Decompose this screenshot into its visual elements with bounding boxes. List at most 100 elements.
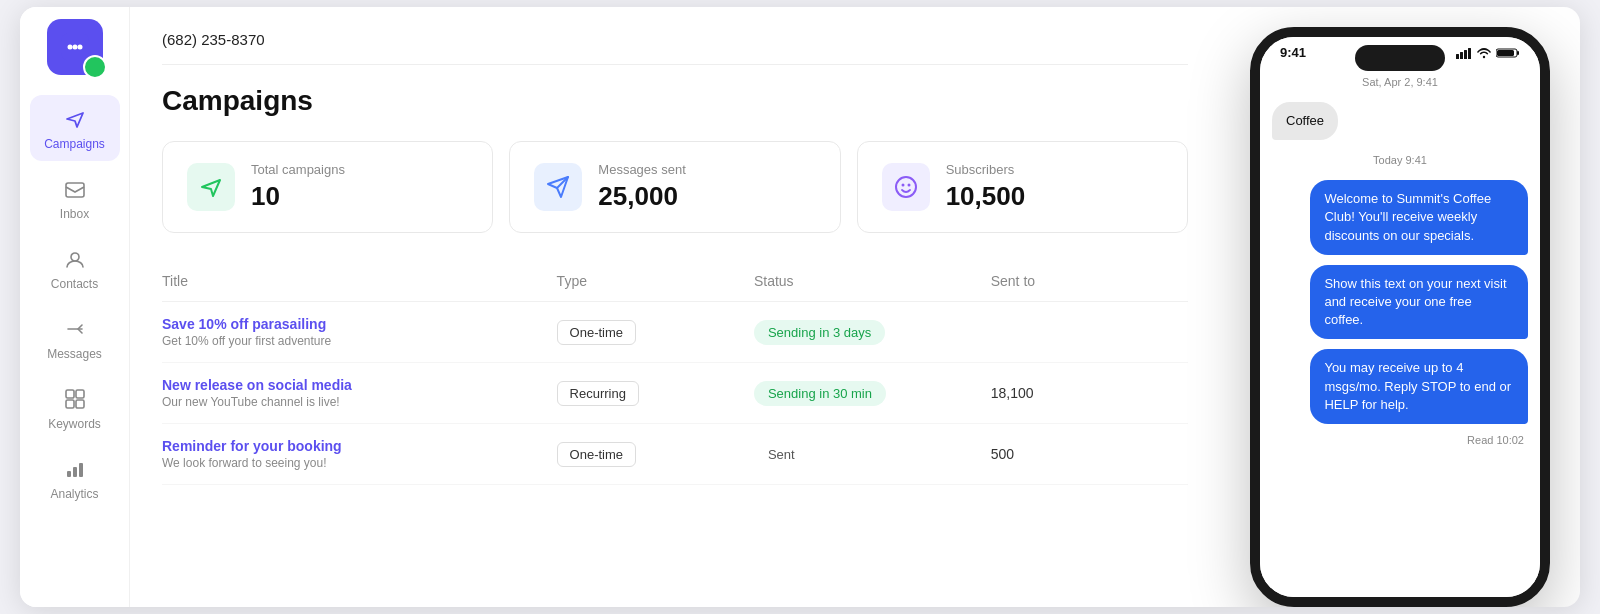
campaign-type-cell: One-time — [557, 442, 754, 467]
dynamic-island — [1355, 45, 1445, 71]
header-title: Title — [162, 273, 557, 289]
table-header: Title Type Status Sent to — [162, 265, 1188, 302]
outgoing-message-1: Welcome to Summit's Coffee Club! You'll … — [1310, 180, 1528, 255]
campaign-status-cell: Sending in 30 min — [754, 381, 991, 406]
keywords-label: Keywords — [48, 417, 101, 431]
svg-rect-23 — [1517, 51, 1519, 55]
sidebar-item-inbox[interactable]: Inbox — [30, 165, 120, 231]
sent-to: 500 — [991, 446, 1188, 462]
svg-point-3 — [77, 45, 82, 50]
messages-label: Messages — [47, 347, 102, 361]
campaigns-label: Campaigns — [44, 137, 105, 151]
app-logo[interactable] — [47, 19, 103, 75]
svg-point-15 — [901, 184, 904, 187]
outgoing-message-3: You may receive up to 4 msgs/mo. Reply S… — [1310, 349, 1528, 424]
svg-rect-12 — [73, 467, 77, 477]
page-title: Campaigns — [162, 85, 1188, 117]
read-label: Read 10:02 — [1272, 434, 1528, 446]
campaign-title[interactable]: New release on social media — [162, 377, 557, 393]
svg-point-5 — [71, 253, 79, 261]
stat-value-campaigns: 10 — [251, 181, 345, 212]
table-row: Save 10% off parasailing Get 10% off you… — [162, 302, 1188, 363]
analytics-label: Analytics — [50, 487, 98, 501]
header-status: Status — [754, 273, 991, 289]
sidebar-item-campaigns[interactable]: Campaigns — [30, 95, 120, 161]
type-badge: Recurring — [557, 381, 639, 406]
app-container: Campaigns Inbox Contacts — [20, 7, 1580, 607]
messages-icon — [61, 315, 89, 343]
main-content: (682) 235-8370 Campaigns Total campaigns… — [130, 7, 1220, 607]
campaign-desc: Our new YouTube channel is live! — [162, 395, 557, 409]
status-badge: Sending in 3 days — [754, 320, 885, 345]
stat-info-campaigns: Total campaigns 10 — [251, 162, 345, 212]
svg-rect-8 — [76, 390, 84, 398]
stat-label-messages: Messages sent — [598, 162, 685, 177]
svg-point-21 — [1483, 55, 1485, 57]
sidebar-item-messages[interactable]: Messages — [30, 305, 120, 371]
date-label-2: Today 9:41 — [1272, 154, 1528, 166]
table-row: Reminder for your booking We look forwar… — [162, 424, 1188, 485]
stat-info-messages: Messages sent 25,000 — [598, 162, 685, 212]
messages-sent-icon — [534, 163, 582, 211]
inbox-icon — [61, 175, 89, 203]
stat-card-subscribers: Subscribers 10,500 — [857, 141, 1188, 233]
status-badge: Sent — [754, 442, 809, 467]
svg-rect-13 — [79, 463, 83, 477]
status-badge: Sending in 30 min — [754, 381, 886, 406]
contacts-icon — [61, 245, 89, 273]
outgoing-message-2: Show this text on your next visit and re… — [1310, 265, 1528, 340]
stat-card-messages-sent: Messages sent 25,000 — [509, 141, 840, 233]
svg-rect-24 — [1497, 50, 1514, 56]
campaign-status-cell: Sending in 3 days — [754, 320, 991, 345]
type-badge: One-time — [557, 320, 636, 345]
stat-value-messages: 25,000 — [598, 181, 685, 212]
campaign-desc: Get 10% off your first adventure — [162, 334, 557, 348]
header-sent-to: Sent to — [991, 273, 1188, 289]
sidebar-item-analytics[interactable]: Analytics — [30, 445, 120, 511]
campaign-type-cell: One-time — [557, 320, 754, 345]
campaign-title-cell: Reminder for your booking We look forwar… — [162, 438, 557, 470]
sidebar-item-contacts[interactable]: Contacts — [30, 235, 120, 301]
contacts-label: Contacts — [51, 277, 98, 291]
svg-point-2 — [72, 45, 77, 50]
svg-rect-20 — [1468, 48, 1471, 59]
campaign-title[interactable]: Save 10% off parasailing — [162, 316, 557, 332]
svg-point-16 — [907, 184, 910, 187]
campaign-desc: We look forward to seeing you! — [162, 456, 557, 470]
svg-rect-18 — [1460, 52, 1463, 59]
svg-rect-4 — [66, 183, 84, 197]
campaigns-table: Title Type Status Sent to Save 10% off p… — [162, 265, 1188, 485]
campaigns-icon — [61, 105, 89, 133]
phone-messages-area: Sat, Apr 2, 9:41 Coffee Today 9:41 Welco… — [1260, 64, 1540, 597]
svg-rect-9 — [66, 400, 74, 408]
stat-label-subscribers: Subscribers — [946, 162, 1026, 177]
sidebar-item-keywords[interactable]: Keywords — [30, 375, 120, 441]
stat-label-campaigns: Total campaigns — [251, 162, 345, 177]
sent-to: 18,100 — [991, 385, 1188, 401]
campaign-title-cell: Save 10% off parasailing Get 10% off you… — [162, 316, 557, 348]
campaign-title[interactable]: Reminder for your booking — [162, 438, 557, 454]
phone-status-icons — [1456, 47, 1520, 59]
phone-mockup: 9:41 — [1250, 27, 1550, 607]
phone-area: 9:41 — [1220, 7, 1580, 607]
stat-info-subscribers: Subscribers 10,500 — [946, 162, 1026, 212]
svg-rect-17 — [1456, 54, 1459, 59]
date-label-1: Sat, Apr 2, 9:41 — [1272, 76, 1528, 88]
inbox-label: Inbox — [60, 207, 89, 221]
phone-number: (682) 235-8370 — [162, 31, 1188, 65]
sidebar: Campaigns Inbox Contacts — [20, 7, 130, 607]
stat-value-subscribers: 10,500 — [946, 181, 1026, 212]
svg-rect-19 — [1464, 50, 1467, 59]
stat-card-total-campaigns: Total campaigns 10 — [162, 141, 493, 233]
incoming-message: Coffee — [1272, 102, 1338, 140]
header-type: Type — [557, 273, 754, 289]
table-row: New release on social media Our new YouT… — [162, 363, 1188, 424]
phone-time: 9:41 — [1280, 45, 1306, 60]
analytics-icon — [61, 455, 89, 483]
svg-rect-7 — [66, 390, 74, 398]
svg-rect-10 — [76, 400, 84, 408]
messages-scroll: Sat, Apr 2, 9:41 Coffee Today 9:41 Welco… — [1260, 64, 1540, 597]
campaign-status-cell: Sent — [754, 442, 991, 467]
svg-point-1 — [67, 45, 72, 50]
svg-point-14 — [896, 177, 916, 197]
